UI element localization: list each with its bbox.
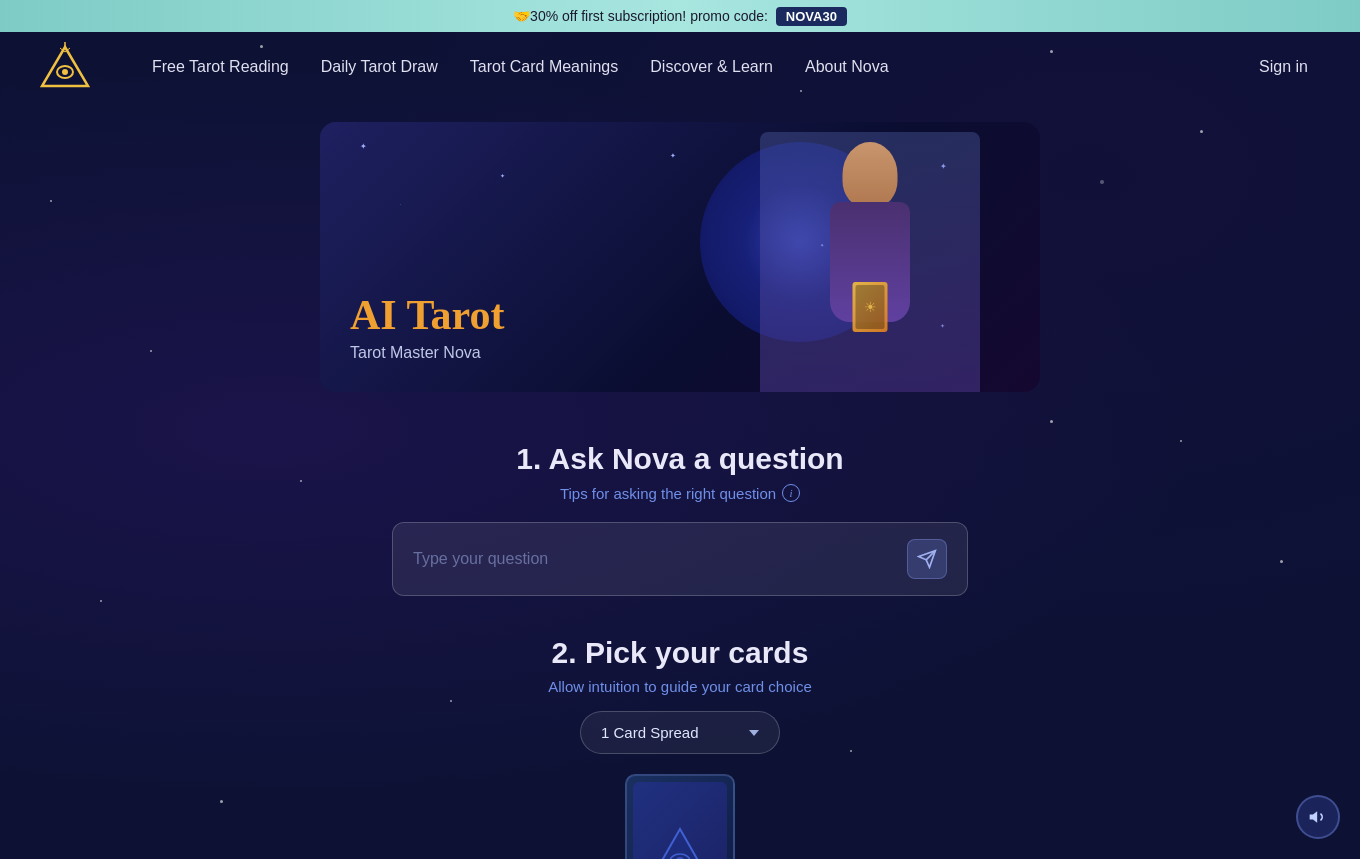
- card-pattern: [633, 782, 727, 859]
- spread-label: 1 Card Spread: [601, 724, 699, 741]
- info-icon[interactable]: i: [782, 484, 800, 502]
- hero-title: AI Tarot: [350, 292, 504, 338]
- sound-icon: [1308, 807, 1328, 827]
- step1-subtitle[interactable]: Tips for asking the right question: [560, 485, 776, 502]
- nav-free-tarot[interactable]: Free Tarot Reading: [140, 50, 301, 84]
- step2-subtitle: Allow intuition to guide your card choic…: [548, 678, 811, 695]
- step2-section: 2. Pick your cards Allow intuition to gu…: [548, 624, 811, 859]
- tarot-card-preview[interactable]: [625, 774, 735, 859]
- nav-daily-draw[interactable]: Daily Tarot Draw: [309, 50, 450, 84]
- nav-links: Free Tarot Reading Daily Tarot Draw Taro…: [140, 50, 1207, 84]
- card-eye-icon: [650, 824, 710, 859]
- question-input[interactable]: [413, 550, 895, 568]
- question-input-wrapper: [392, 522, 968, 596]
- spread-dropdown[interactable]: 1 Card Spread: [580, 711, 780, 754]
- hero-section: ✦ ✦ · ✦ ✦ ✦ ✦ ☀ AI Tarot Tarot Ma: [0, 102, 1360, 392]
- step2-title: 2. Pick your cards: [552, 636, 809, 670]
- announcement-bar: 🤝30% off first subscription! promo code:…: [0, 0, 1360, 32]
- character-head: [843, 142, 898, 207]
- svg-marker-12: [1310, 811, 1318, 823]
- sign-in-button[interactable]: Sign in: [1247, 50, 1320, 84]
- send-button[interactable]: [907, 539, 947, 579]
- main-content: 1. Ask Nova a question Tips for asking t…: [0, 392, 1360, 859]
- step1-title: 1. Ask Nova a question: [516, 442, 843, 476]
- character-body: ☀: [830, 202, 910, 322]
- nav-about[interactable]: About Nova: [793, 50, 901, 84]
- hero-character: ☀: [760, 132, 980, 392]
- nav-discover[interactable]: Discover & Learn: [638, 50, 785, 84]
- hero-card: ✦ ✦ · ✦ ✦ ✦ ✦ ☀ AI Tarot Tarot Ma: [320, 122, 1040, 392]
- character-figure: ☀: [790, 142, 950, 382]
- step2-subtitle-text: Allow intuition to guide your card choic…: [548, 678, 811, 695]
- hero-text: AI Tarot Tarot Master Nova: [350, 292, 504, 362]
- announcement-text: 🤝30% off first subscription! promo code:: [513, 8, 768, 24]
- step1-subtitle-wrapper: Tips for asking the right question i: [560, 484, 800, 502]
- svg-point-2: [62, 69, 68, 75]
- sound-button[interactable]: [1296, 795, 1340, 839]
- chevron-down-icon: [749, 730, 759, 736]
- nav-card-meanings[interactable]: Tarot Card Meanings: [458, 50, 631, 84]
- navbar: Free Tarot Reading Daily Tarot Draw Taro…: [0, 32, 1360, 102]
- logo[interactable]: [40, 42, 90, 92]
- promo-code: NOVA30: [776, 7, 847, 26]
- hero-subtitle: Tarot Master Nova: [350, 344, 504, 362]
